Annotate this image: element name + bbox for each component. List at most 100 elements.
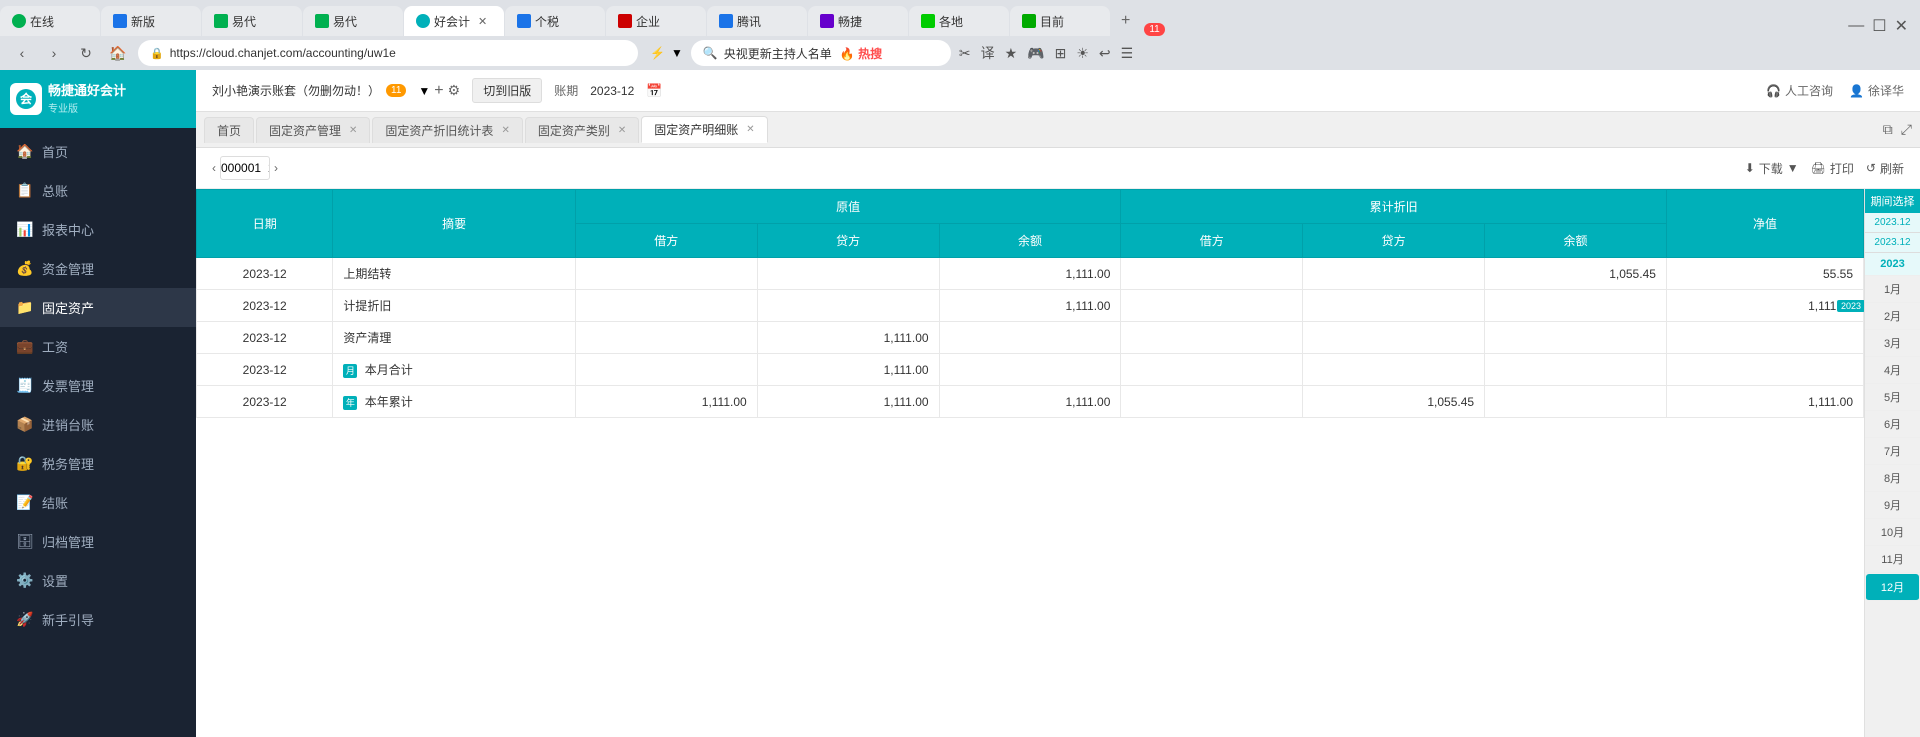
scissors-icon[interactable]: ✂: [959, 45, 971, 62]
period-month-12[interactable]: 12月: [1866, 574, 1919, 601]
switch-version-button[interactable]: 切到旧版: [472, 78, 542, 103]
tab-home[interactable]: 首页: [204, 117, 254, 143]
sidebar-item-home[interactable]: 🏠 首页: [0, 132, 196, 171]
period-selected-1[interactable]: 2023.12: [1865, 213, 1920, 233]
table-row: 2023-12 上期结转 1,111.00 1,055.45 5: [197, 258, 1864, 290]
new-tab-button[interactable]: +: [1111, 6, 1140, 36]
close-window-icon[interactable]: ✕: [1895, 16, 1908, 36]
period-month-5[interactable]: 5月: [1865, 384, 1920, 411]
user-profile-button[interactable]: 👤 徐译华: [1849, 82, 1904, 99]
next-page-button[interactable]: ›: [274, 161, 278, 175]
dropdown-chevron[interactable]: ▼: [1787, 161, 1799, 175]
period-month-9[interactable]: 9月: [1865, 492, 1920, 519]
page-navigation: ‹ ›: [212, 156, 278, 180]
period-month-10[interactable]: 10月: [1865, 519, 1920, 546]
maximize-icon[interactable]: ☐: [1872, 16, 1886, 36]
home-button[interactable]: 🏠: [106, 41, 130, 65]
browser-tab-tencent[interactable]: 腾讯: [707, 6, 807, 36]
period-month-2[interactable]: 2月: [1865, 303, 1920, 330]
tab-close-icon[interactable]: ✕: [501, 125, 509, 136]
tab-close-icon[interactable]: ✕: [746, 124, 754, 135]
cell-depr-debit: [1121, 290, 1303, 322]
restore-icon[interactable]: ⧉: [1883, 121, 1893, 138]
tab-close-icon[interactable]: ✕: [349, 125, 357, 136]
sidebar-item-ledger[interactable]: 📋 总账: [0, 171, 196, 210]
back-button[interactable]: ‹: [10, 41, 34, 65]
browser-tab-yidai1[interactable]: 易代: [202, 6, 302, 36]
page-input[interactable]: [220, 156, 270, 180]
print-button[interactable]: 🖨 打印: [1811, 160, 1854, 177]
period-month-11[interactable]: 11月: [1865, 546, 1920, 573]
menu-icon[interactable]: ☰: [1121, 45, 1134, 62]
period-month-6[interactable]: 6月: [1865, 411, 1920, 438]
browser-tab-gedi[interactable]: 各地: [909, 6, 1009, 36]
tab-fixed-assets-mgmt[interactable]: 固定资产管理 ✕: [256, 117, 370, 143]
tab-close-icon[interactable]: ✕: [618, 125, 626, 136]
year-badge: 年: [343, 396, 357, 410]
period-month-4[interactable]: 4月: [1865, 357, 1920, 384]
sidebar-item-inventory[interactable]: 📦 进销台账: [0, 405, 196, 444]
dropdown-icon[interactable]: ▼: [418, 84, 430, 98]
search-text: 央视更新主持人名单: [724, 45, 832, 62]
pagination-bar: ‹ › ⬇ 下载 ▼ 🖨 打印 ↺ 刷新: [196, 148, 1920, 189]
grid-icon[interactable]: ⊞: [1055, 45, 1067, 62]
home-icon: 🏠: [16, 143, 34, 161]
cell-depr-debit: [1121, 386, 1303, 418]
period-month-1[interactable]: 1月: [1865, 276, 1920, 303]
cell-depr-debit: [1121, 322, 1303, 354]
prev-page-button[interactable]: ‹: [212, 161, 216, 175]
period-month-3[interactable]: 3月: [1865, 330, 1920, 357]
tab-fixed-assets-category[interactable]: 固定资产类别 ✕: [525, 117, 639, 143]
undo-icon[interactable]: ↩: [1099, 45, 1111, 62]
tab-badge: 11: [1144, 23, 1164, 36]
expand-icon[interactable]: ⤢: [1901, 121, 1912, 138]
refresh-button[interactable]: ↻: [74, 41, 98, 65]
browser-tab-new[interactable]: 新版: [101, 6, 201, 36]
add-button[interactable]: +: [434, 82, 443, 100]
calendar-icon[interactable]: 📅: [646, 83, 662, 99]
sidebar-item-guide[interactable]: 🚀 新手引导: [0, 600, 196, 639]
sidebar-item-invoice[interactable]: 🧾 发票管理: [0, 366, 196, 405]
cell-depr-balance: [1485, 322, 1667, 354]
reports-icon: 📊: [16, 221, 34, 239]
service-button[interactable]: 🎧 人工咨询: [1766, 82, 1833, 99]
browser-tab-mubiao[interactable]: 目前: [1010, 6, 1110, 36]
sidebar-item-archive[interactable]: 🗄 归档管理: [0, 522, 196, 561]
refresh-button[interactable]: ↺ 刷新: [1866, 160, 1904, 177]
tab-fixed-assets-detail[interactable]: 固定资产明细账 ✕: [641, 116, 767, 143]
download-button[interactable]: ⬇ 下载 ▼: [1745, 160, 1799, 177]
url-bar[interactable]: 🔒 https://cloud.chanjet.com/accounting/u…: [138, 40, 638, 66]
browser-tab-geshui[interactable]: 个税: [505, 6, 605, 36]
browser-tab-haokuaiji[interactable]: 好会计 ✕: [404, 6, 504, 36]
sidebar-item-settings[interactable]: ⚙️ 设置: [0, 561, 196, 600]
star-icon[interactable]: ★: [1005, 45, 1018, 62]
sidebar-item-reports[interactable]: 📊 报表中心: [0, 210, 196, 249]
sidebar-item-close[interactable]: 📝 结账: [0, 483, 196, 522]
browser-tab-chang[interactable]: 畅捷: [808, 6, 908, 36]
tab-depreciation-stats[interactable]: 固定资产折旧统计表 ✕: [372, 117, 522, 143]
browser-tab-online[interactable]: 在线: [0, 6, 100, 36]
translate-icon[interactable]: 译: [981, 43, 995, 63]
search-box[interactable]: 🔍 央视更新主持人名单 🔥 热搜: [691, 40, 951, 66]
browser-tab-yidai2[interactable]: 易代: [303, 6, 403, 36]
cell-orig-balance: [939, 322, 1121, 354]
period-month-8[interactable]: 8月: [1865, 465, 1920, 492]
cell-depr-credit: [1303, 354, 1485, 386]
period-month-7[interactable]: 7月: [1865, 438, 1920, 465]
sidebar-item-payroll[interactable]: 💼 工资: [0, 327, 196, 366]
browser-tab-qiye[interactable]: 企业: [606, 6, 706, 36]
tab-close-icon[interactable]: ✕: [478, 15, 487, 28]
game-icon[interactable]: 🎮: [1027, 45, 1044, 62]
period-selected-2[interactable]: 2023.12: [1865, 233, 1920, 253]
brightness-icon[interactable]: ☀: [1076, 45, 1089, 62]
expand-icon[interactable]: ▼: [671, 46, 683, 60]
minimize-icon[interactable]: —: [1848, 17, 1864, 35]
settings-btn[interactable]: ⚙: [448, 82, 461, 99]
service-label: 人工咨询: [1785, 82, 1833, 99]
period-label: 账期: [554, 82, 578, 99]
sidebar-item-tax[interactable]: 🔐 税务管理: [0, 444, 196, 483]
sidebar-item-funds[interactable]: 💰 资金管理: [0, 249, 196, 288]
sidebar-item-fixed-assets[interactable]: 📁 固定资产: [0, 288, 196, 327]
forward-button[interactable]: ›: [42, 41, 66, 65]
period-year[interactable]: 2023: [1865, 253, 1920, 276]
